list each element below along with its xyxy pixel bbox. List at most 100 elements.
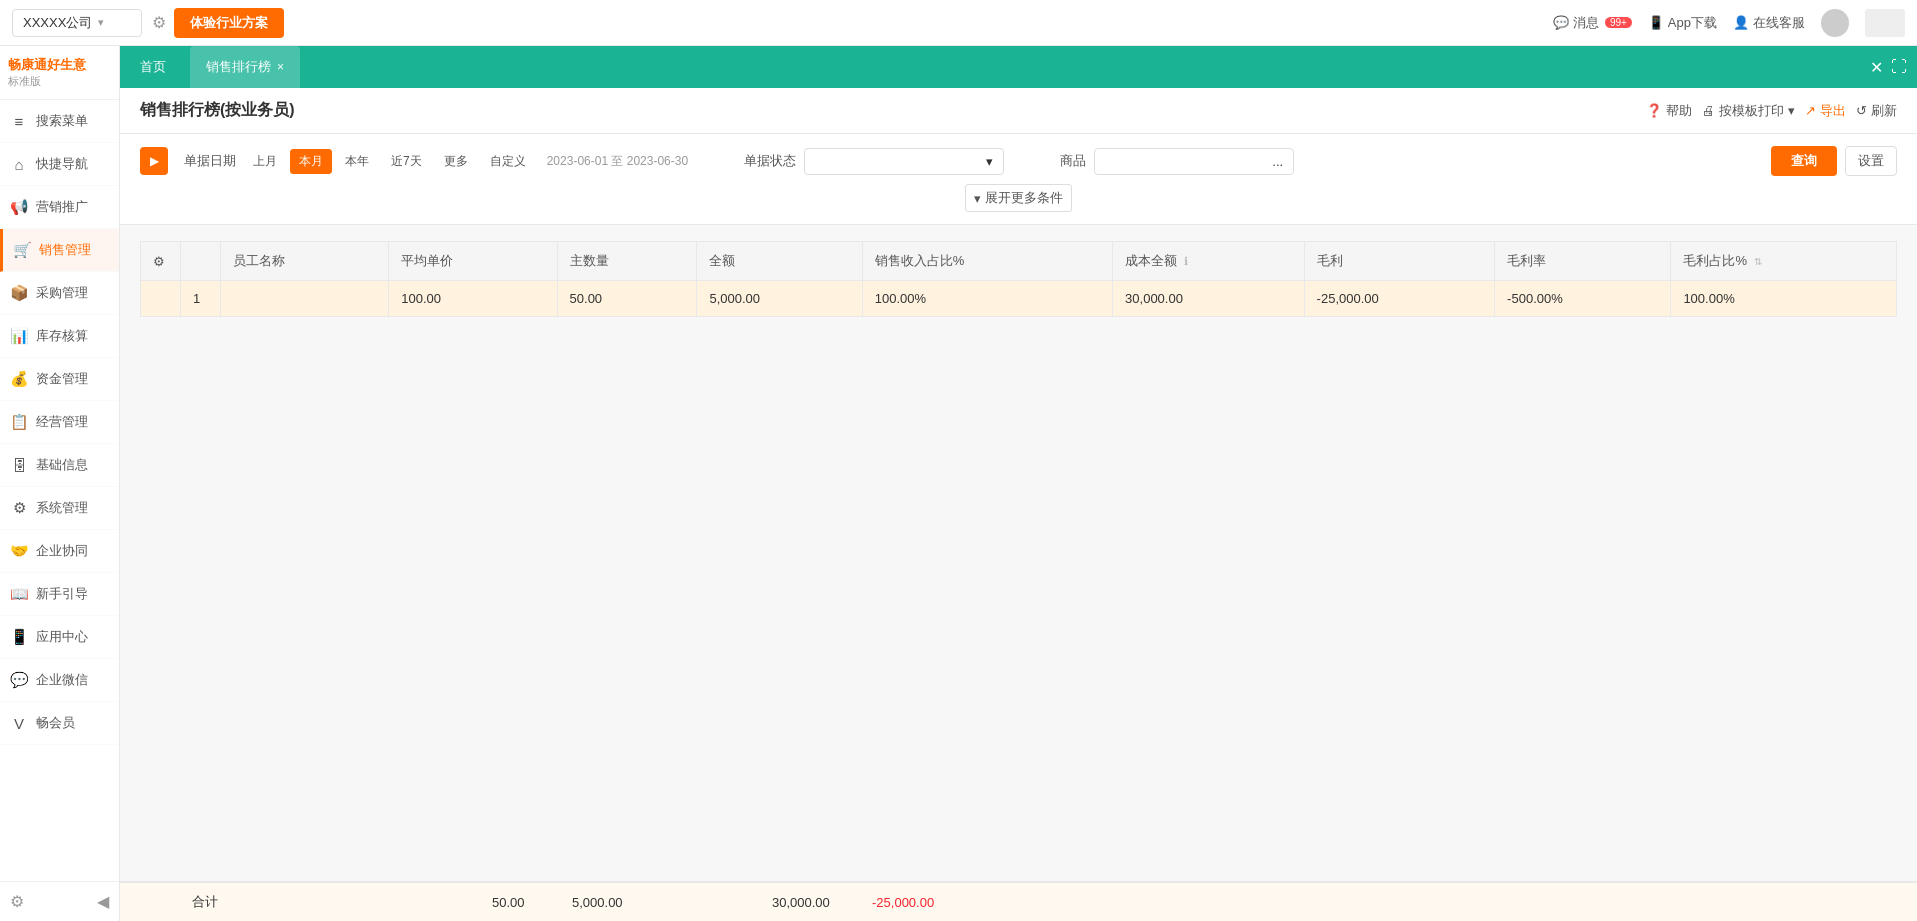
close-window-icon[interactable]: ✕: [1870, 58, 1883, 77]
goods-input[interactable]: ...: [1094, 148, 1294, 175]
footer-total: 5,000.00: [560, 895, 660, 910]
refresh-button[interactable]: ↺ 刷新: [1856, 102, 1897, 120]
date-range-display: 2023-06-01 至 2023-06-30: [547, 153, 688, 170]
logo-sub: 标准版: [8, 74, 111, 89]
search-order-icon: ≡: [10, 113, 28, 130]
page-body: 销售排行榜(按业务员) ❓ 帮助 🖨 按模板打印 ▾ ↗ 导出: [120, 88, 1917, 881]
online-service-item[interactable]: 👤 在线客服: [1733, 14, 1805, 32]
guide-icon: 📖: [10, 585, 28, 603]
tab-bar-right: ✕ ⛶: [1870, 58, 1917, 77]
trial-button[interactable]: 体验行业方案: [174, 8, 284, 38]
sidebar-item-operation[interactable]: 📋 经营管理: [0, 401, 119, 444]
maximize-icon[interactable]: ⛶: [1891, 58, 1907, 76]
sidebar-item-sales[interactable]: 🛒 销售管理: [0, 229, 119, 272]
date-tab-prev-month[interactable]: 上月: [244, 149, 286, 174]
th-gross-ratio[interactable]: 毛利占比% ⇅: [1671, 242, 1897, 281]
th-gross-profit: 毛利: [1304, 242, 1495, 281]
tab-bar: 首页 销售排行榜 × ✕ ⛶: [120, 46, 1917, 88]
sidebar-item-guide[interactable]: 📖 新手引导: [0, 573, 119, 616]
data-table: ⚙ 员工名称 平均单价 主数量 全额 销售收入占比% 成本全额 ℹ: [140, 241, 1897, 317]
help-button[interactable]: ❓ 帮助: [1646, 102, 1692, 120]
row-gross-rate: -500.00%: [1495, 281, 1671, 317]
status-select[interactable]: ▾: [804, 148, 1004, 175]
app-download-label: App下载: [1668, 14, 1717, 32]
th-settings[interactable]: ⚙: [141, 242, 181, 281]
sidebar-label-wechat: 企业微信: [36, 671, 88, 689]
print-icon: 🖨: [1702, 103, 1715, 118]
tab-home[interactable]: 首页: [120, 46, 186, 88]
table-header-row: ⚙ 员工名称 平均单价 主数量 全额 销售收入占比% 成本全额 ℹ: [141, 242, 1897, 281]
date-tab-current-year[interactable]: 本年: [336, 149, 378, 174]
th-rank: [181, 242, 221, 281]
filter-actions: 查询 设置: [1771, 146, 1897, 176]
app-download-item[interactable]: 📱 App下载: [1648, 14, 1717, 32]
row-gear: [141, 281, 181, 317]
avatar[interactable]: [1821, 9, 1849, 37]
enterprise-icon: 🤝: [10, 542, 28, 560]
sidebar-label-system: 系统管理: [36, 499, 88, 517]
sidebar-logo: 畅康通好生意 标准版: [0, 46, 119, 100]
cost-info-icon[interactable]: ℹ: [1184, 255, 1188, 267]
sidebar-item-wechat[interactable]: 💬 企业微信: [0, 659, 119, 702]
settings-icon[interactable]: ⚙: [152, 13, 166, 32]
row-sales-ratio: 100.00%: [862, 281, 1112, 317]
sidebar-item-finance[interactable]: 💰 资金管理: [0, 358, 119, 401]
collapse-icon[interactable]: ◀: [97, 892, 109, 911]
tab-close-icon[interactable]: ×: [277, 60, 284, 74]
page-actions: ❓ 帮助 🖨 按模板打印 ▾ ↗ 导出 ↺ 刷新: [1646, 102, 1897, 120]
export-icon: ↗: [1805, 103, 1816, 118]
filter-collapse-btn[interactable]: ▶: [140, 147, 168, 175]
export-button[interactable]: ↗ 导出: [1805, 102, 1846, 120]
col-gear-icon: ⚙: [153, 254, 165, 269]
sidebar-item-member[interactable]: V 畅会员: [0, 702, 119, 745]
collapse-arrow-icon: ▶: [150, 154, 159, 168]
tab-sales-ranking[interactable]: 销售排行榜 ×: [190, 46, 300, 88]
table-settings-button[interactable]: 设置: [1845, 146, 1897, 176]
sidebar-item-basic-info[interactable]: 🗄 基础信息: [0, 444, 119, 487]
template-print-button[interactable]: 🖨 按模板打印 ▾: [1702, 102, 1795, 120]
refresh-label: 刷新: [1871, 102, 1897, 120]
status-filter-label: 单据状态: [744, 152, 796, 170]
service-icon: 👤: [1733, 15, 1749, 30]
sidebar: 畅康通好生意 标准版 ≡ 搜索菜单 ⌂ 快捷导航 📢 营销推广 🛒 销售管理 📦…: [0, 46, 120, 921]
date-filter-label: 单据日期: [184, 152, 236, 170]
help-label: 帮助: [1666, 102, 1692, 120]
sidebar-item-marketing[interactable]: 📢 营销推广: [0, 186, 119, 229]
settings-footer-icon[interactable]: ⚙: [10, 892, 24, 911]
goods-input-more: ...: [1272, 154, 1283, 169]
notification-item[interactable]: 💬 消息 99+: [1553, 14, 1632, 32]
sidebar-item-purchase[interactable]: 📦 采购管理: [0, 272, 119, 315]
notification-badge: 99+: [1605, 17, 1632, 28]
operation-icon: 📋: [10, 413, 28, 431]
date-tab-7days[interactable]: 近7天: [382, 149, 431, 174]
tab-label-sales-ranking: 销售排行榜: [206, 58, 271, 76]
row-gross-ratio: 100.00%: [1671, 281, 1897, 317]
footer-total-label: 合计: [180, 893, 380, 911]
basic-info-icon: 🗄: [10, 457, 28, 474]
date-tab-custom[interactable]: 自定义: [481, 149, 535, 174]
sidebar-item-app-center[interactable]: 📱 应用中心: [0, 616, 119, 659]
expand-conditions-button[interactable]: ▾ 展开更多条件: [965, 184, 1072, 212]
app-center-icon: 📱: [10, 628, 28, 646]
sidebar-item-search-order[interactable]: ≡ 搜索菜单: [0, 100, 119, 143]
sidebar-item-quick-nav[interactable]: ⌂ 快捷导航: [0, 143, 119, 186]
row-cost: 30,000.00: [1113, 281, 1305, 317]
goods-filter-label: 商品: [1060, 152, 1086, 170]
sidebar-item-inventory[interactable]: 📊 库存核算: [0, 315, 119, 358]
sidebar-label-search: 搜索菜单: [36, 112, 88, 130]
sidebar-item-system[interactable]: ⚙ 系统管理: [0, 487, 119, 530]
notification-label: 消息: [1573, 14, 1599, 32]
date-tab-more[interactable]: 更多: [435, 149, 477, 174]
company-selector[interactable]: XXXXX公司 ▾: [12, 9, 142, 37]
date-tabs: 上月 本月 本年 近7天 更多 自定义: [244, 149, 535, 174]
sidebar-label-purchase: 采购管理: [36, 284, 88, 302]
sidebar-label-sales: 销售管理: [39, 241, 91, 259]
date-tab-current-month[interactable]: 本月: [290, 149, 332, 174]
row-rank: 1: [181, 281, 221, 317]
query-button[interactable]: 查询: [1771, 146, 1837, 176]
quick-nav-icon: ⌂: [10, 156, 28, 173]
header-right: 💬 消息 99+ 📱 App下载 👤 在线客服: [1553, 9, 1905, 37]
table-container: ⚙ 员工名称 平均单价 主数量 全额 销售收入占比% 成本全额 ℹ: [120, 225, 1917, 333]
sidebar-item-enterprise[interactable]: 🤝 企业协同: [0, 530, 119, 573]
finance-icon: 💰: [10, 370, 28, 388]
